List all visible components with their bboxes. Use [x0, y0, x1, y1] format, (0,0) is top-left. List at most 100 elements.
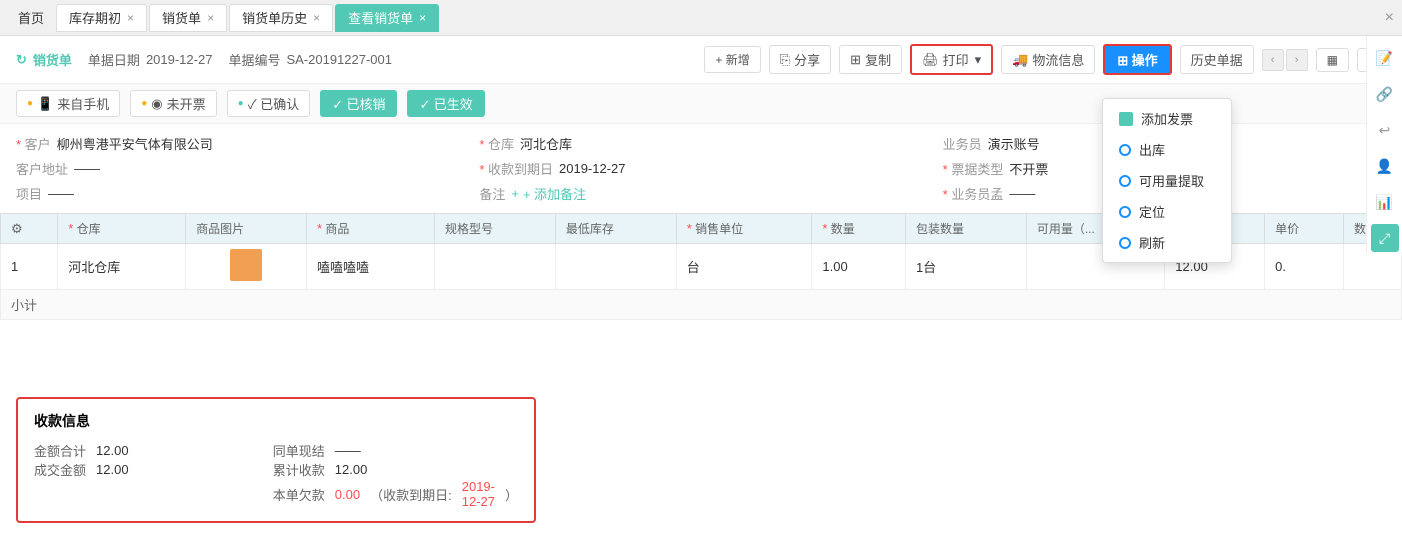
- tab-sales-history-close[interactable]: ×: [313, 11, 320, 25]
- next-button[interactable]: ›: [1286, 49, 1308, 71]
- not-open-button[interactable]: ◉ 未开票: [130, 90, 216, 117]
- share-button[interactable]: ⎘ 分享: [769, 45, 831, 74]
- tab-inventory[interactable]: 库存期初 ×: [56, 4, 147, 32]
- total-value: 12.00: [96, 443, 129, 458]
- tab-sales-close[interactable]: ×: [207, 11, 214, 25]
- grid-icon: ⊞: [1117, 53, 1128, 68]
- transaction-row: 成交金额 12.00: [34, 460, 253, 479]
- row-warehouse: 河北仓库: [58, 244, 186, 290]
- col-product: * 商品: [307, 214, 435, 244]
- tab-sales-history[interactable]: 销货单历史 ×: [229, 4, 333, 32]
- new-button[interactable]: + 新增: [704, 46, 760, 73]
- doc-actions: + 新增 ⎘ 分享 ⊞ 复制 🖨 打印 ▾ 🚚 物流信息 ⊞ 操作: [704, 44, 1386, 75]
- sidebar-expand-icon[interactable]: ⤢: [1371, 224, 1399, 252]
- sidebar-chart-icon[interactable]: 📊: [1371, 188, 1399, 216]
- product-image: [230, 249, 262, 281]
- dropdown-add-invoice[interactable]: 添加发票: [1103, 103, 1231, 134]
- doc-number-item: 单据编号 SA-20191227-001: [228, 50, 392, 69]
- tab-home[interactable]: 首页: [8, 8, 54, 27]
- doc-number-value: SA-20191227-001: [286, 52, 392, 67]
- payment-info-grid: 金额合计 12.00 成交金额 12.00 同单现结 —— 累计收款 12.00: [34, 441, 518, 509]
- tab-sales-history-label: 销货单历史: [242, 8, 307, 27]
- col-warehouse: * 仓库: [58, 214, 186, 244]
- remark-label: 备注: [479, 184, 505, 203]
- tab-view-sales-label: 查看销货单: [348, 8, 413, 27]
- outstanding-row: 本单欠款 0.00 （收款到期日: 2019-12-27 ）: [273, 479, 518, 509]
- prev-button[interactable]: ‹: [1262, 49, 1284, 71]
- salesperson-label: 业务员: [943, 134, 982, 153]
- tab-view-sales-close[interactable]: ×: [419, 11, 426, 25]
- col-pack-qty: 包装数量: [905, 214, 1026, 244]
- address-label: 客户地址: [16, 159, 68, 178]
- col-unit: * 销售单位: [676, 214, 812, 244]
- share-icon: ⎘: [780, 52, 790, 68]
- col-min-stock: 最低库存: [555, 214, 676, 244]
- row-pack-qty: 1台: [905, 244, 1026, 290]
- copy-icon: ⊞: [850, 52, 861, 68]
- transaction-label: 成交金额: [34, 460, 86, 479]
- locate-icon: [1119, 206, 1131, 218]
- tab-sales[interactable]: 销货单 ×: [149, 4, 227, 32]
- total-label: 金额合计: [34, 441, 86, 460]
- add-remark-button[interactable]: + + 添加备注: [511, 184, 586, 203]
- tab-inventory-close[interactable]: ×: [127, 11, 134, 25]
- doc-date-item: 单据日期 2019-12-27: [88, 50, 213, 69]
- right-sidebar: 📝 🔗 ↩ 👤 📊 ⤢: [1366, 36, 1402, 252]
- effective-button[interactable]: ✓ 已生效: [407, 90, 484, 117]
- operations-button[interactable]: ⊞ 操作: [1103, 44, 1171, 75]
- row-qty: 1.00: [812, 244, 906, 290]
- address-value: ——: [74, 161, 100, 176]
- tab-sales-label: 销货单: [162, 8, 201, 27]
- project-value: ——: [48, 186, 74, 201]
- subtotal-label: 小计: [1, 290, 1402, 320]
- copy-button[interactable]: ⊞ 复制: [839, 45, 902, 74]
- row-price: 0.: [1265, 244, 1344, 290]
- doc-title-text: 销货单: [33, 50, 72, 69]
- history-button[interactable]: 历史单据: [1180, 45, 1254, 74]
- dropdown-available-qty[interactable]: 可用量提取: [1103, 165, 1231, 196]
- payment-info-box: 收款信息 金额合计 12.00 成交金额 12.00 同单现结 —— 累计收款: [16, 397, 536, 523]
- salesperson2-label: 业务员孟: [943, 184, 1004, 203]
- row-unit: 台: [676, 244, 812, 290]
- available-qty-label: 可用量提取: [1139, 171, 1204, 190]
- print-icon: 🖨: [922, 52, 939, 68]
- project-row: 项目 ——: [16, 184, 459, 203]
- dropdown-locate[interactable]: 定位: [1103, 196, 1231, 227]
- address-row: 客户地址 ——: [16, 159, 459, 178]
- ticket-icon: ◉: [151, 96, 162, 112]
- dropdown-refresh[interactable]: 刷新: [1103, 227, 1231, 258]
- warehouse-label: 仓库: [479, 134, 514, 153]
- print-button[interactable]: 🖨 打印 ▾: [910, 44, 993, 75]
- doc-date-value: 2019-12-27: [146, 52, 213, 67]
- locate-label: 定位: [1139, 202, 1165, 221]
- plus-icon: +: [511, 186, 519, 201]
- add-invoice-label: 添加发票: [1141, 109, 1193, 128]
- doc-date-label: 单据日期: [88, 50, 140, 69]
- tab-bar-close-button[interactable]: ×: [1385, 9, 1394, 27]
- cumulative-value: 12.00: [335, 462, 368, 477]
- sidebar-undo-icon[interactable]: ↩: [1371, 116, 1399, 144]
- view-grid-button[interactable]: ▦: [1316, 48, 1349, 72]
- refresh-label: 刷新: [1139, 233, 1165, 252]
- row-min-stock: [555, 244, 676, 290]
- warehouse-value: 河北仓库: [520, 134, 572, 153]
- refresh-icon: [1119, 237, 1131, 249]
- payment-date-label: 收款到期日: [479, 159, 553, 178]
- doc-title-area: ↻ 销货单: [16, 50, 72, 69]
- canceled-button[interactable]: ✓ 已核销: [320, 90, 397, 117]
- from-phone-button[interactable]: 📱 来自手机: [16, 90, 120, 117]
- remark-row: 备注 + + 添加备注: [479, 184, 922, 203]
- sidebar-edit-icon[interactable]: 📝: [1371, 44, 1399, 72]
- dropdown-outbound[interactable]: 出库: [1103, 134, 1231, 165]
- logistics-button[interactable]: 🚚 物流信息: [1001, 45, 1095, 74]
- sidebar-link-icon[interactable]: 🔗: [1371, 80, 1399, 108]
- confirm-button[interactable]: ✓ 已确认: [227, 90, 311, 117]
- tab-view-sales[interactable]: 查看销货单 ×: [335, 4, 439, 32]
- sidebar-user-icon[interactable]: 👤: [1371, 152, 1399, 180]
- customer-row: 客户 柳州粤港平安气体有限公司: [16, 134, 459, 153]
- ticket-type-value: 不开票: [1009, 159, 1048, 178]
- doc-icon: ↻: [16, 52, 27, 68]
- row-num: 1: [1, 244, 58, 290]
- col-price: 单价: [1265, 214, 1344, 244]
- ticket-type-label: 票据类型: [943, 159, 1004, 178]
